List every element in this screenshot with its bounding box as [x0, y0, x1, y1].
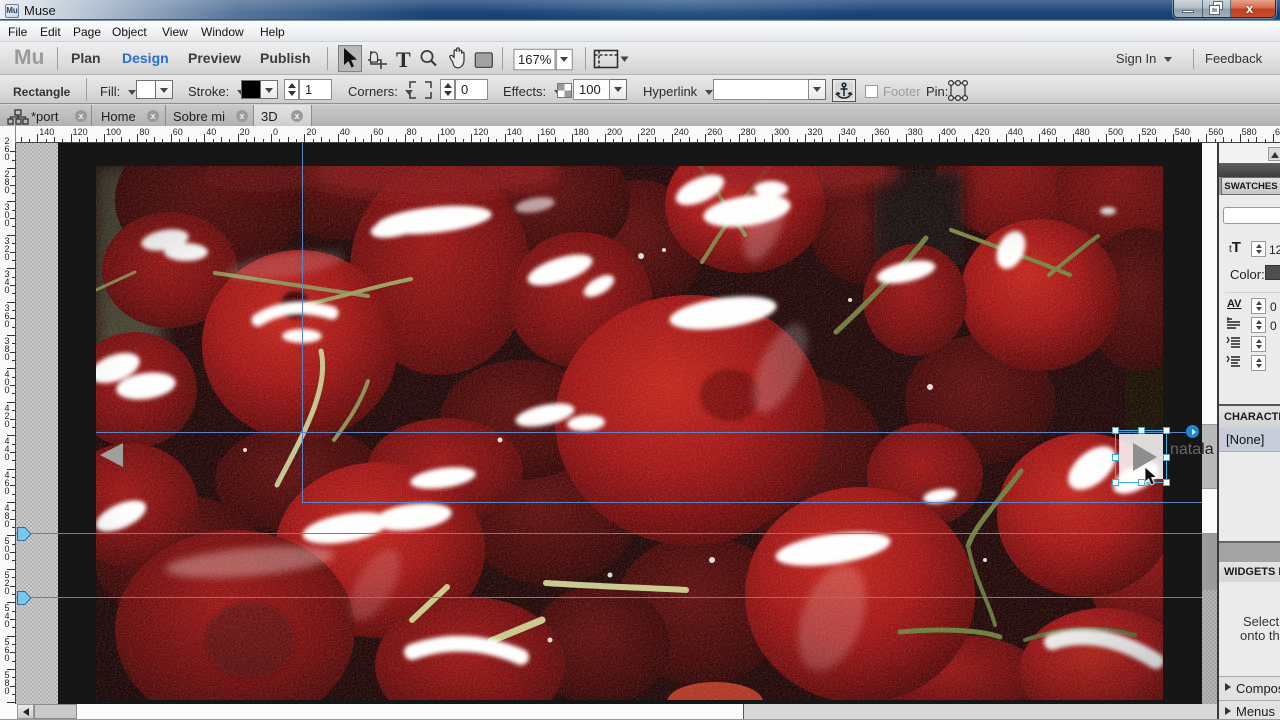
svg-text:167%: 167%	[518, 52, 552, 67]
svg-text:T: T	[396, 47, 411, 72]
